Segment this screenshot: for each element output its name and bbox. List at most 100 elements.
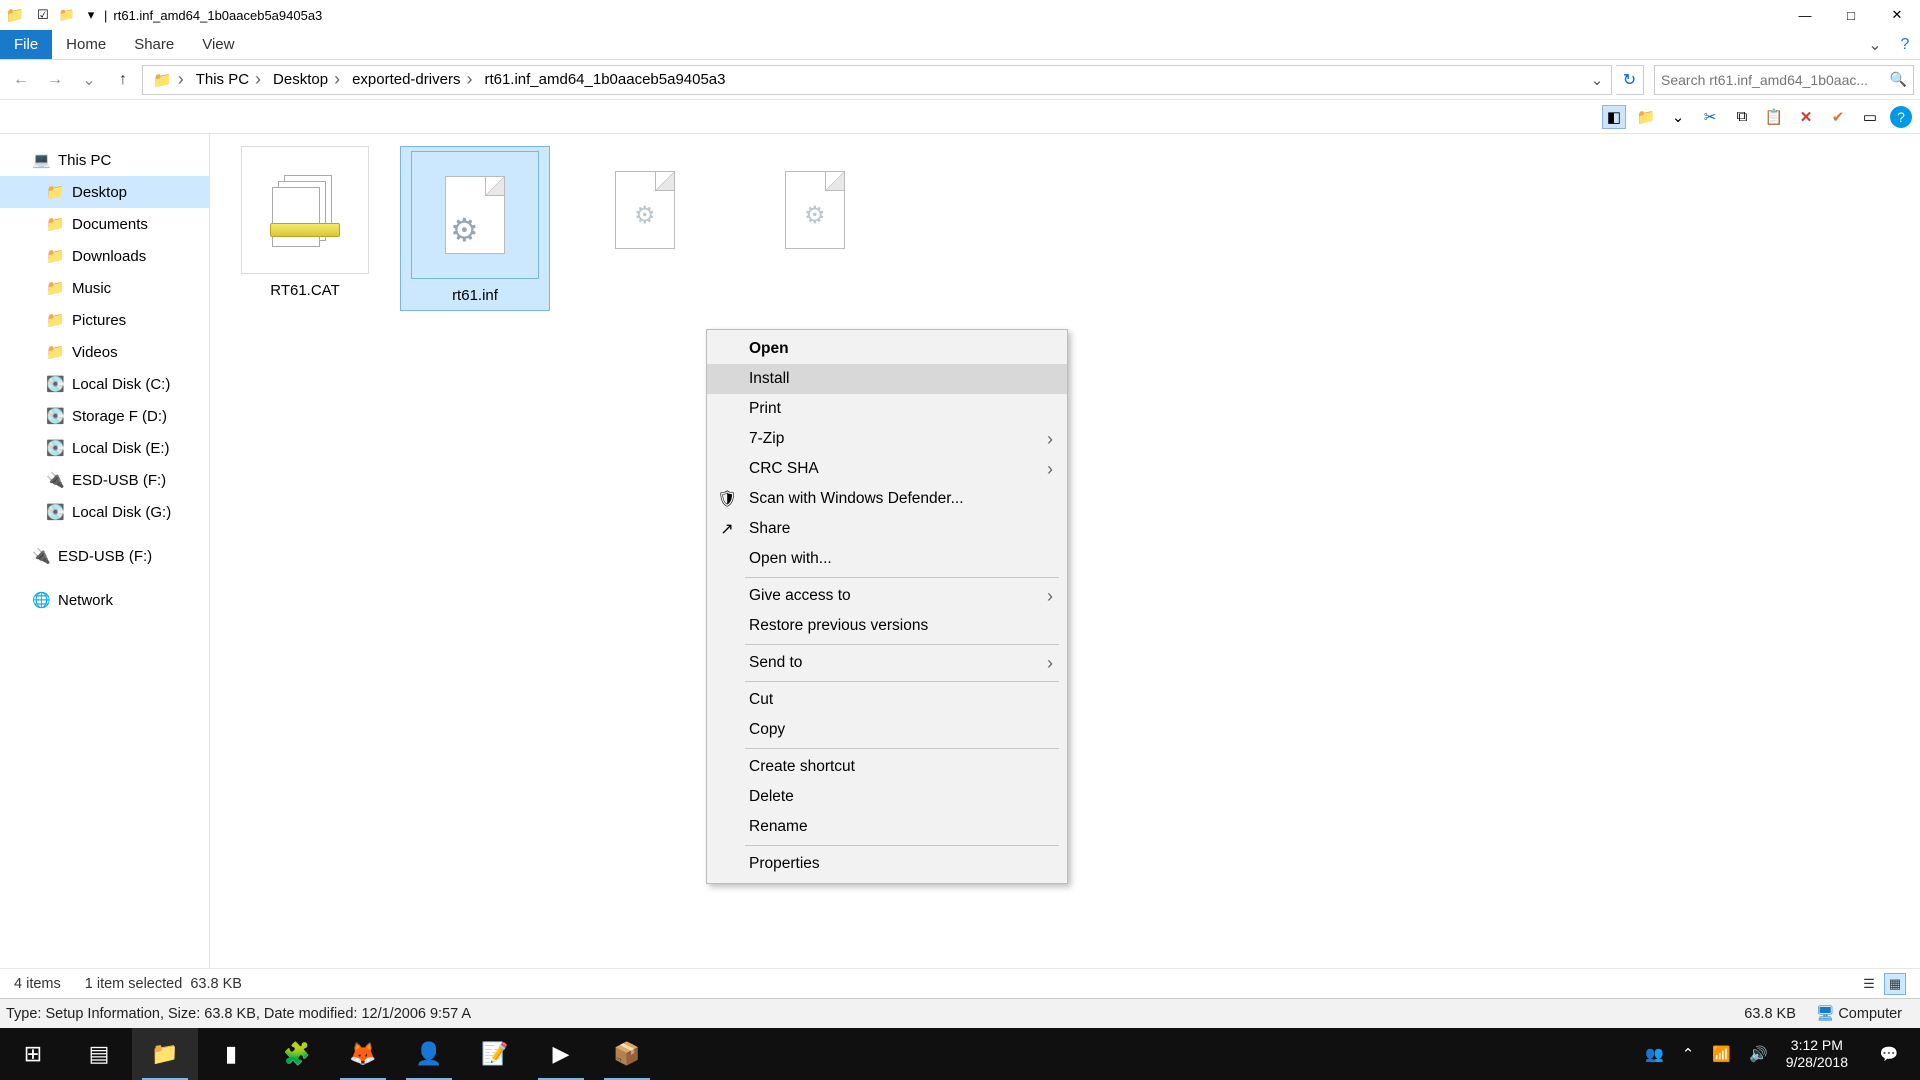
task-view-button[interactable]: ▤ [66, 1028, 132, 1080]
folder-icon: 📁 [46, 215, 64, 233]
home-tab[interactable]: Home [52, 30, 120, 59]
share-icon: ↗ [717, 519, 737, 539]
context-menu-item[interactable]: 🛡Scan with Windows Defender... [707, 484, 1067, 514]
tree-local-disk-g[interactable]: 💽Local Disk (G:) [0, 496, 209, 528]
context-menu-item[interactable]: Restore previous versions [707, 611, 1067, 641]
up-button[interactable]: ↑ [108, 65, 138, 95]
search-icon[interactable]: 🔍 [1890, 71, 1907, 88]
view-tab[interactable]: View [188, 30, 248, 59]
tray-overflow-icon[interactable]: ⌃ [1682, 1045, 1695, 1063]
context-menu-item[interactable]: Open with... [707, 544, 1067, 574]
tree-local-disk-c[interactable]: 💽Local Disk (C:) [0, 368, 209, 400]
tree-esd-usb-f[interactable]: 🔌ESD-USB (F:) [0, 464, 209, 496]
volume-icon[interactable]: 🔊 [1749, 1045, 1768, 1063]
file-item-cat[interactable]: RT61.CAT [230, 146, 380, 311]
context-menu-item[interactable]: ↗Share [707, 514, 1067, 544]
properties-button[interactable]: ▭ [1858, 105, 1882, 129]
copy-button[interactable]: ⧉ [1730, 105, 1754, 129]
context-menu-label: Copy [749, 721, 785, 739]
maximize-button[interactable]: □ [1828, 0, 1874, 30]
file-list[interactable]: RT61.CAT ⚙ rt61.inf ⚙ ⚙ OpenInstallPrint… [210, 134, 1920, 968]
minimize-button[interactable]: — [1782, 0, 1828, 30]
file-item-inf[interactable]: ⚙ rt61.inf [400, 146, 550, 311]
new-folder-button[interactable]: 📁 [1634, 105, 1658, 129]
help-button[interactable]: ? [1890, 106, 1912, 128]
action-center-icon[interactable]: 💬 [1866, 1028, 1912, 1080]
qat-new-folder-icon[interactable]: 📁 [58, 6, 76, 24]
qat-properties-icon[interactable]: ☑ [34, 6, 52, 24]
breadcrumb-this-pc[interactable]: This PC [190, 66, 267, 94]
tree-network[interactable]: 🌐Network [0, 584, 209, 616]
sys-file-icon: ⚙ [615, 171, 675, 249]
recent-locations-button[interactable] [74, 65, 104, 95]
usb-icon: 🔌 [32, 547, 50, 565]
tree-desktop[interactable]: 📁Desktop [0, 176, 209, 208]
context-menu-item[interactable]: Properties [707, 849, 1067, 879]
preview-pane-button[interactable]: ◧ [1602, 105, 1626, 129]
context-menu-label: Rename [749, 818, 808, 836]
context-menu-item[interactable]: Print [707, 394, 1067, 424]
tree-local-disk-e[interactable]: 💽Local Disk (E:) [0, 432, 209, 464]
taskbar-terminal[interactable]: ▮ [198, 1028, 264, 1080]
taskbar-app3[interactable]: 📦 [594, 1028, 660, 1080]
tree-videos[interactable]: 📁Videos [0, 336, 209, 368]
tree-music[interactable]: 📁Music [0, 272, 209, 304]
context-menu-item[interactable]: Give access to [707, 581, 1067, 611]
forward-button[interactable]: → [40, 65, 70, 95]
file-tab[interactable]: File [0, 30, 52, 59]
taskbar-explorer[interactable]: 📁 [132, 1028, 198, 1080]
cut-button[interactable]: ✂ [1698, 105, 1722, 129]
context-menu-item[interactable]: Cut [707, 685, 1067, 715]
file-item-sys1[interactable]: ⚙ [570, 146, 720, 311]
details-view-button[interactable]: ☰ [1858, 973, 1880, 995]
help-icon[interactable]: ? [1890, 30, 1920, 59]
taskbar-app2[interactable]: 👤 [396, 1028, 462, 1080]
tree-storage-f[interactable]: 💽Storage F (D:) [0, 400, 209, 432]
context-menu-item[interactable]: Delete [707, 782, 1067, 812]
ribbon-collapse-icon[interactable] [1860, 30, 1890, 59]
taskbar-firefox[interactable]: 🦊 [330, 1028, 396, 1080]
file-thumbnail: ⚙ [581, 146, 709, 274]
context-menu-label: Send to [749, 654, 802, 672]
file-item-sys2[interactable]: ⚙ [740, 146, 890, 311]
search-input[interactable] [1661, 72, 1890, 88]
start-button[interactable]: ⊞ [0, 1028, 66, 1080]
context-menu-item[interactable]: 7-Zip [707, 424, 1067, 454]
breadcrumb-desktop[interactable]: Desktop [267, 66, 346, 94]
drive-icon: 💽 [46, 439, 64, 457]
context-menu-item[interactable]: Create shortcut [707, 752, 1067, 782]
context-menu-item[interactable]: Copy [707, 715, 1067, 745]
new-item-dropdown[interactable] [1666, 105, 1690, 129]
people-icon[interactable]: 👥 [1645, 1045, 1664, 1063]
context-menu-item[interactable]: Install [707, 364, 1067, 394]
file-name: rt61.inf [401, 287, 549, 304]
close-button[interactable]: ✕ [1874, 0, 1920, 30]
tree-pictures[interactable]: 📁Pictures [0, 304, 209, 336]
paste-button[interactable]: 📋 [1762, 105, 1786, 129]
refresh-button[interactable]: ↻ [1616, 65, 1644, 95]
context-menu-item[interactable]: CRC SHA [707, 454, 1067, 484]
tree-downloads[interactable]: 📁Downloads [0, 240, 209, 272]
search-box[interactable]: 🔍 [1654, 65, 1914, 95]
tree-documents[interactable]: 📁Documents [0, 208, 209, 240]
rename-button[interactable]: ✔ [1826, 105, 1850, 129]
tree-esd-usb-root[interactable]: 🔌ESD-USB (F:) [0, 540, 209, 572]
address-bar[interactable]: 📁 This PC Desktop exported-drivers rt61.… [142, 65, 1612, 95]
taskbar-app1[interactable]: 🧩 [264, 1028, 330, 1080]
context-menu-item[interactable]: Open [707, 334, 1067, 364]
delete-button[interactable]: ✕ [1794, 105, 1818, 129]
address-history-icon[interactable] [1587, 71, 1607, 89]
wifi-icon[interactable]: 📶 [1712, 1045, 1731, 1063]
context-menu-item[interactable]: Send to [707, 648, 1067, 678]
taskbar-powershell[interactable]: ▶ [528, 1028, 594, 1080]
share-tab[interactable]: Share [120, 30, 188, 59]
icons-view-button[interactable]: ▦ [1884, 973, 1906, 995]
context-menu-item[interactable]: Rename [707, 812, 1067, 842]
qat-dropdown-icon[interactable]: ▾ [82, 6, 100, 24]
taskbar-notepad[interactable]: 📝 [462, 1028, 528, 1080]
back-button[interactable]: ← [6, 65, 36, 95]
tree-this-pc[interactable]: 💻This PC [0, 144, 209, 176]
breadcrumb-current-folder[interactable]: rt61.inf_amd64_1b0aaceb5a9405a3 [478, 66, 731, 94]
clock[interactable]: 3:12 PM 9/28/2018 [1786, 1037, 1848, 1071]
breadcrumb-exported-drivers[interactable]: exported-drivers [346, 66, 478, 94]
